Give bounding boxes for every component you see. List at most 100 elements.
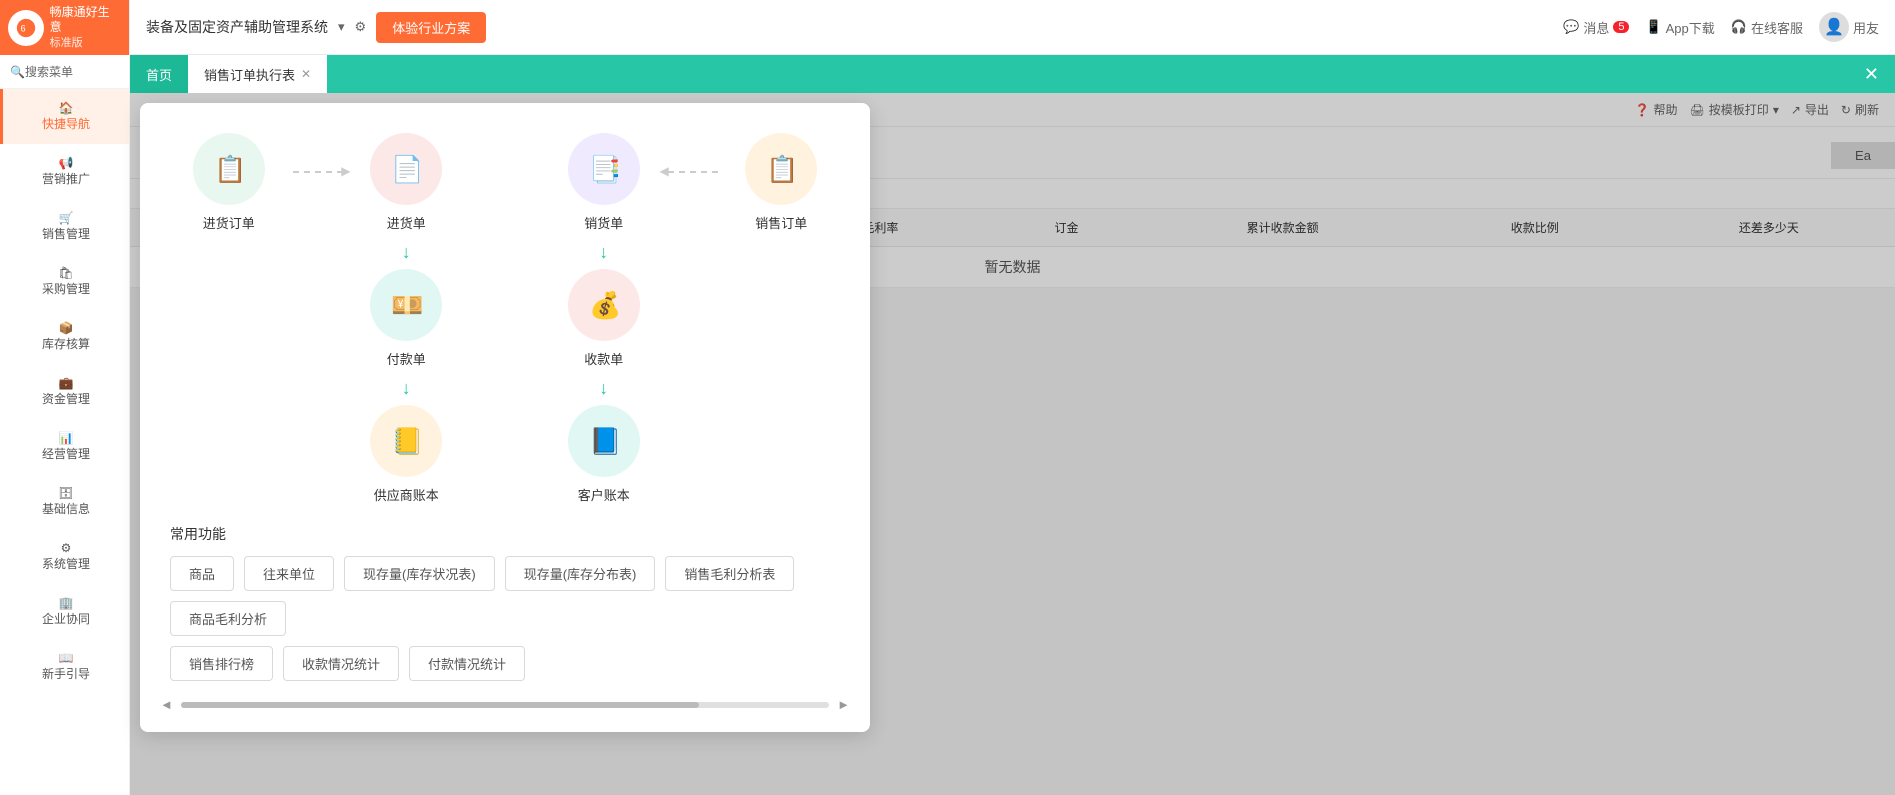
- system-dropdown[interactable]: ▾: [338, 19, 345, 35]
- svg-text:📘: 📘: [589, 426, 621, 456]
- sale-order-icon: 📋: [745, 133, 817, 205]
- sale-bill-icon: 📑: [568, 133, 640, 205]
- purchase-order-label: 进货订单: [203, 213, 255, 232]
- btn-contacts[interactable]: 往来单位: [244, 556, 334, 591]
- common-functions-title: 常用功能: [170, 524, 840, 544]
- arrow-rec-down: ↓: [545, 378, 663, 399]
- tab-home[interactable]: 首页: [130, 55, 188, 93]
- btn-stock-status[interactable]: 现存量(库存状况表): [344, 556, 495, 591]
- sidebar-item-new-guide[interactable]: 📖 新手引导: [0, 639, 129, 694]
- search-icon: 🔍: [10, 65, 25, 79]
- search-menu[interactable]: 🔍 搜索菜单: [0, 55, 129, 89]
- btn-sales-rank[interactable]: 销售排行榜: [170, 646, 273, 681]
- app-logo: 6 畅康通好生意 标准版: [0, 0, 129, 55]
- message-badge: 5: [1613, 21, 1629, 33]
- scroll-left-arrow[interactable]: ◄: [160, 697, 173, 712]
- scroll-thumb[interactable]: [181, 702, 700, 708]
- logo-text: 畅康通好生意 标准版: [50, 5, 121, 50]
- sidebar-item-operations[interactable]: 📊 经营管理: [0, 419, 129, 474]
- flow-sale-bill[interactable]: 📑 销货单: [545, 133, 663, 232]
- scroll-right-arrow[interactable]: ►: [837, 697, 850, 712]
- modal-scrollbar: ◄ ►: [140, 681, 870, 712]
- svg-text:📒: 📒: [391, 426, 423, 456]
- system-title: 装备及固定资产辅助管理系统: [146, 17, 328, 37]
- svg-text:💰: 💰: [589, 290, 621, 321]
- building-icon: 🏢: [59, 596, 74, 610]
- sidebar: 6 畅康通好生意 标准版 🔍 搜索菜单 🏠 快捷导航 📢 营销推广 🛒 销售管理…: [0, 0, 130, 795]
- sidebar-item-enterprise[interactable]: 🏢 企业协同: [0, 584, 129, 639]
- flow-receipt-bill[interactable]: 💰 收款单: [545, 269, 663, 368]
- arrow-sb-down: ↓: [545, 242, 663, 263]
- svg-text:📄: 📄: [391, 154, 423, 184]
- sidebar-nav: 🏠 快捷导航 📢 营销推广 🛒 销售管理 🛍 采购管理 📦 库存核算 💼 资金管…: [0, 89, 129, 795]
- arrow-po-to-pb: ▶: [288, 171, 348, 173]
- flow-payment-bill[interactable]: 💴 付款单: [348, 269, 466, 368]
- sidebar-item-finance[interactable]: 💼 资金管理: [0, 364, 129, 419]
- tab-close-icon[interactable]: ✕: [301, 67, 311, 81]
- purchase-bill-label: 进货单: [387, 213, 426, 232]
- tab-bar-close-btn[interactable]: ✕: [1848, 55, 1895, 93]
- headset-icon: 🎧: [1731, 19, 1747, 35]
- cart-icon: 🛒: [59, 211, 74, 225]
- payment-bill-icon: 💴: [370, 269, 442, 341]
- guide-icon: 📖: [59, 651, 74, 665]
- btn-receipt-stats[interactable]: 收款情况统计: [283, 646, 399, 681]
- btn-stock-dist[interactable]: 现存量(库存分布表): [505, 556, 656, 591]
- experience-btn[interactable]: 体验行业方案: [376, 12, 486, 43]
- common-functions-section: 常用功能 商品 往来单位 现存量(库存状况表) 现存量(库存分布表) 销售毛利分…: [140, 524, 870, 681]
- btn-sales-profit[interactable]: 销售毛利分析表: [665, 556, 794, 591]
- sidebar-item-quick-nav[interactable]: 🏠 快捷导航: [0, 89, 129, 144]
- svg-text:6: 6: [20, 23, 25, 33]
- chevron-down-icon: ▾: [338, 19, 345, 35]
- chart-icon: 📊: [59, 431, 74, 445]
- sidebar-item-sales[interactable]: 🛒 销售管理: [0, 199, 129, 254]
- database-icon: 🗄: [58, 486, 73, 500]
- user-menu[interactable]: 👤 用友: [1819, 12, 1879, 42]
- customer-ledger-icon: 📘: [568, 405, 640, 477]
- svg-text:📋: 📋: [766, 154, 798, 184]
- bag-icon: 🛍: [58, 266, 73, 280]
- purchase-order-icon: 📋: [193, 133, 265, 205]
- flow-purchase-order[interactable]: 📋 进货订单: [170, 133, 288, 232]
- flow-customer-ledger[interactable]: 📘 客户账本: [545, 405, 663, 504]
- arrow-pay-down: ↓: [348, 378, 466, 399]
- logo-icon: 6: [8, 10, 44, 46]
- arrow-pb-down: ↓: [348, 242, 466, 263]
- modal-overlay[interactable]: 📋 进货订单 ▶ 📄: [130, 93, 1895, 795]
- avatar: 👤: [1819, 12, 1849, 42]
- message-btn[interactable]: 💬 消息 5: [1563, 18, 1629, 37]
- flow-purchase-bill[interactable]: 📄 进货单: [348, 133, 466, 232]
- btn-goods[interactable]: 商品: [170, 556, 234, 591]
- message-icon: 💬: [1563, 19, 1579, 35]
- payment-bill-label: 付款单: [387, 349, 426, 368]
- flow-section: 📋 进货订单 ▶ 📄: [140, 103, 870, 524]
- tab-bar: 首页 销售订单执行表 ✕ ✕: [130, 55, 1895, 93]
- receipt-bill-label: 收款单: [584, 349, 623, 368]
- scroll-track[interactable]: [181, 702, 829, 708]
- online-service-btn[interactable]: 🎧 在线客服: [1731, 18, 1803, 37]
- phone-icon: 📱: [1645, 19, 1661, 35]
- wallet-icon: 💼: [59, 376, 74, 390]
- supplier-ledger-icon: 📒: [370, 405, 442, 477]
- home-icon: 🏠: [59, 101, 74, 115]
- sidebar-item-purchase[interactable]: 🛍 采购管理: [0, 254, 129, 309]
- sidebar-item-basic-info[interactable]: 🗄 基础信息: [0, 474, 129, 529]
- sale-bill-label: 销货单: [584, 213, 623, 232]
- flow-supplier-ledger[interactable]: 📒 供应商账本: [348, 405, 466, 504]
- flow-sale-order[interactable]: 📋 销售订单: [723, 133, 841, 232]
- sidebar-item-sys-mgmt[interactable]: ⚙ 系统管理: [0, 529, 129, 584]
- arrow-sb-to-so: ◀: [663, 171, 723, 173]
- btn-payment-stats[interactable]: 付款情况统计: [409, 646, 525, 681]
- app-download-btn[interactable]: 📱 App下载: [1645, 18, 1714, 37]
- header-right: 💬 消息 5 📱 App下载 🎧 在线客服 👤 用友 Ea: [1563, 12, 1879, 42]
- sidebar-item-inventory[interactable]: 📦 库存核算: [0, 309, 129, 364]
- top-header: 装备及固定资产辅助管理系统 ▾ ⚙ 体验行业方案 💬 消息 5 📱 App下载 …: [130, 0, 1895, 55]
- sidebar-item-marketing[interactable]: 📢 营销推广: [0, 144, 129, 199]
- header-left: 装备及固定资产辅助管理系统 ▾ ⚙ 体验行业方案: [146, 12, 486, 43]
- supplier-ledger-label: 供应商账本: [374, 485, 439, 504]
- btn-goods-profit[interactable]: 商品毛利分析: [170, 601, 286, 636]
- svg-text:💴: 💴: [391, 290, 423, 320]
- tab-sales-order[interactable]: 销售订单执行表 ✕: [188, 55, 327, 93]
- settings-button[interactable]: ⚙: [355, 19, 367, 35]
- svg-text:📑: 📑: [589, 154, 621, 184]
